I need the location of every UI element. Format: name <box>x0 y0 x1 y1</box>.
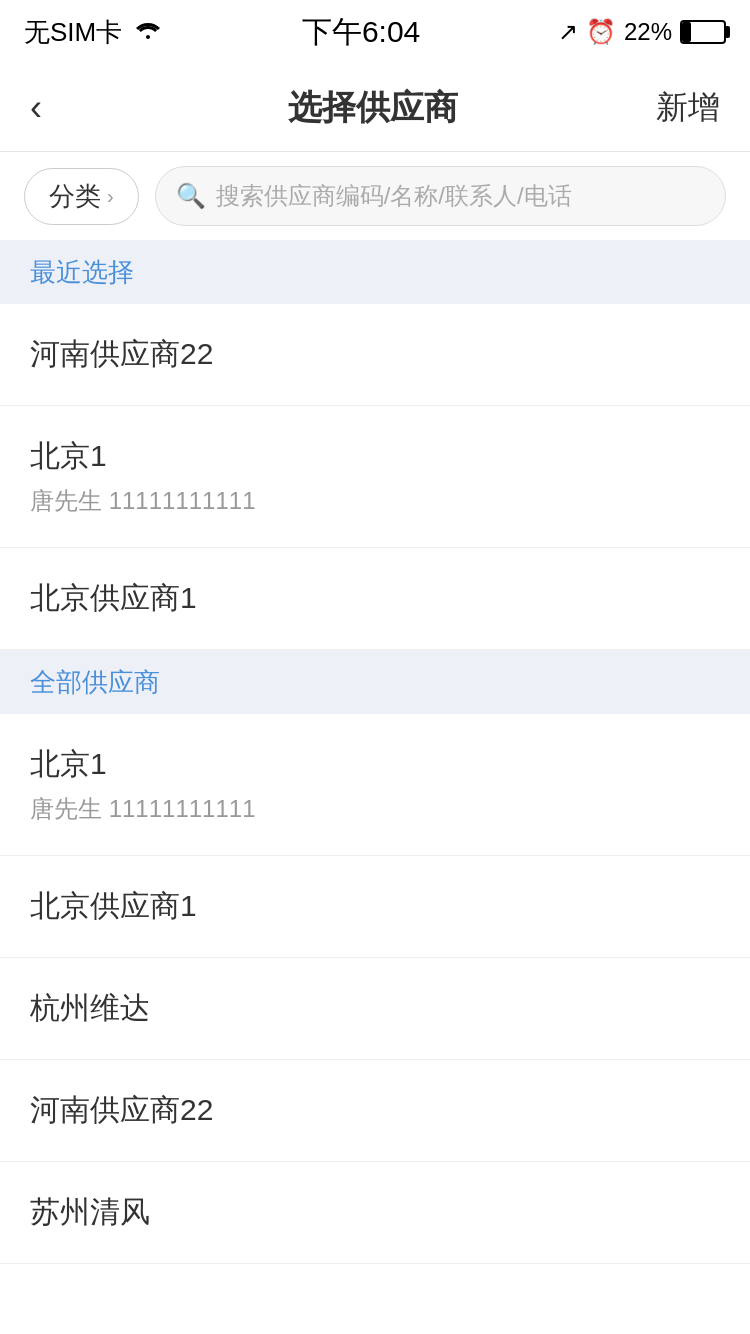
battery-percentage: 22% <box>624 18 672 46</box>
search-box[interactable]: 🔍 搜索供应商编码/名称/联系人/电话 <box>155 166 726 226</box>
wifi-icon <box>132 17 164 48</box>
item-name: 河南供应商22 <box>30 1090 720 1131</box>
page-title: 选择供应商 <box>288 85 458 131</box>
item-name: 北京供应商1 <box>30 886 720 927</box>
list-item[interactable]: 杭州维达 <box>0 958 750 1060</box>
back-button[interactable]: ‹ <box>30 87 90 129</box>
sim-status: 无SIM卡 <box>24 15 122 50</box>
alarm-icon: ⏰ <box>586 18 616 46</box>
item-name: 杭州维达 <box>30 988 720 1029</box>
item-name: 北京供应商1 <box>30 578 720 619</box>
category-label: 分类 <box>49 179 101 214</box>
list-item[interactable]: 河南供应商22 <box>0 1060 750 1162</box>
recent-section-label: 最近选择 <box>30 255 134 290</box>
all-list: 北京1 唐先生 11111111111 北京供应商1 杭州维达河南供应商22 苏州清风 <box>0 714 750 1264</box>
search-placeholder: 搜索供应商编码/名称/联系人/电话 <box>216 180 572 212</box>
list-item[interactable]: 苏州清风 <box>0 1162 750 1264</box>
status-time: 下午6:04 <box>302 12 420 53</box>
location-icon: ↗ <box>558 18 578 46</box>
battery-icon <box>680 20 726 44</box>
list-item[interactable]: 北京1 唐先生 11111111111 <box>0 406 750 548</box>
status-left: 无SIM卡 <box>24 15 164 50</box>
filter-bar: 分类 › 🔍 搜索供应商编码/名称/联系人/电话 <box>0 152 750 240</box>
item-name: 河南供应商22 <box>30 334 720 375</box>
all-section-label: 全部供应商 <box>30 665 160 700</box>
recent-list: 河南供应商22 北京1 唐先生 11111111111 北京供应商1 <box>0 304 750 650</box>
all-section-header: 全部供应商 <box>0 650 750 714</box>
recent-section-header: 最近选择 <box>0 240 750 304</box>
status-bar: 无SIM卡 下午6:04 ↗ ⏰ 22% <box>0 0 750 64</box>
item-subtitle: 唐先生 11111111111 <box>30 485 720 517</box>
item-subtitle: 唐先生 11111111111 <box>30 793 720 825</box>
item-name: 苏州清风 <box>30 1192 720 1233</box>
list-item[interactable]: 河南供应商22 <box>0 304 750 406</box>
list-item[interactable]: 北京供应商1 <box>0 548 750 650</box>
list-item[interactable]: 北京1 唐先生 11111111111 <box>0 714 750 856</box>
nav-bar: ‹ 选择供应商 新增 <box>0 64 750 152</box>
item-name: 北京1 <box>30 744 720 785</box>
chevron-right-icon: › <box>107 185 114 208</box>
add-button[interactable]: 新增 <box>656 86 720 130</box>
list-item[interactable]: 北京供应商1 <box>0 856 750 958</box>
status-right: ↗ ⏰ 22% <box>558 18 726 46</box>
search-icon: 🔍 <box>176 182 206 210</box>
item-name: 北京1 <box>30 436 720 477</box>
category-button[interactable]: 分类 › <box>24 168 139 225</box>
